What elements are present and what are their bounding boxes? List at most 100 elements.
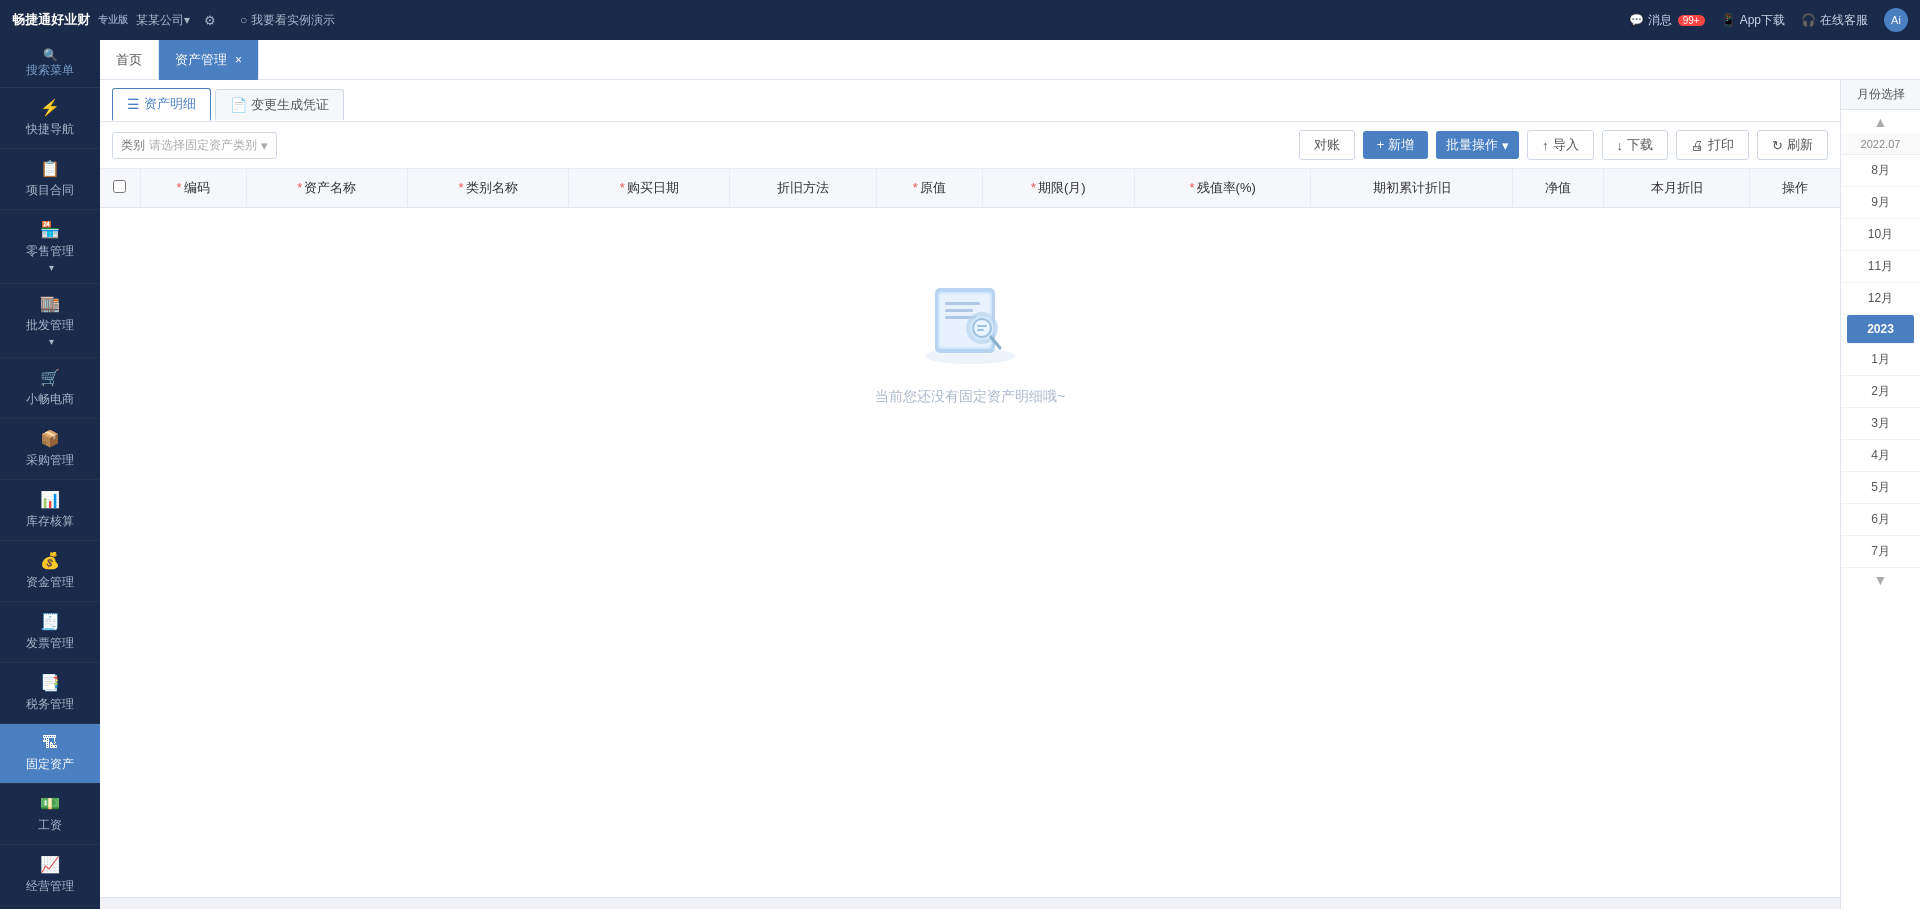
- sidebar-search[interactable]: 🔍 搜索菜单: [0, 40, 100, 88]
- download-button[interactable]: ↓ 下载: [1602, 130, 1669, 160]
- customer-service-button[interactable]: 🎧 在线客服: [1801, 12, 1868, 29]
- salary-icon: 💵: [40, 794, 60, 813]
- top-bar: 畅捷通好业财 专业版 某某公司 ▾ ⚙ ○ 我要看实例演示 💬 消息 99+ 📱…: [0, 0, 1920, 40]
- sidebar-item-tax[interactable]: 📑 税务管理: [0, 663, 100, 724]
- sidebar-item-retail[interactable]: 🏪 零售管理 ▾: [0, 210, 100, 284]
- purchase-icon: 📦: [40, 429, 60, 448]
- select-all-checkbox[interactable]: [113, 180, 126, 193]
- sidebar-item-salary[interactable]: 💵 工资: [0, 784, 100, 845]
- fixed-assets-label: 固定资产: [26, 756, 74, 773]
- page-content: ☰ 资产明细 📄 变更生成凭证 类别 请选择固定资产类别 ▾: [100, 80, 1920, 909]
- refresh-label: 刷新: [1787, 136, 1813, 154]
- reconcile-label: 对账: [1314, 136, 1340, 154]
- table-select-all-col: [100, 169, 140, 208]
- nav-up-icon: ▲: [1874, 114, 1888, 130]
- app-download-button[interactable]: 📱 App下载: [1721, 12, 1785, 29]
- inventory-label: 库存核算: [26, 513, 74, 530]
- print-button[interactable]: 🖨 打印: [1676, 130, 1749, 160]
- business-icon: 📈: [40, 855, 60, 874]
- import-button[interactable]: ↑ 导入: [1527, 130, 1594, 160]
- sidebar-item-funds[interactable]: 💰 资金管理: [0, 541, 100, 602]
- business-label: 经营管理: [26, 878, 74, 895]
- month-item-5[interactable]: 5月: [1841, 472, 1920, 504]
- sub-tab-change-voucher[interactable]: 📄 变更生成凭证: [215, 89, 344, 120]
- month-item-7[interactable]: 7月: [1841, 536, 1920, 568]
- month-panel-header: 月份选择: [1841, 80, 1920, 110]
- sidebar: 🔍 搜索菜单 ⚡ 快捷导航 📋 项目合同 🏪 零售管理 ▾ 🏬 批发管理 ▾ 🛒…: [0, 40, 100, 909]
- invoice-icon: 🧾: [40, 612, 60, 631]
- content-area: 首页 资产管理 × ☰ 资产明细 📄 变更生成凭证: [100, 40, 1920, 909]
- message-button[interactable]: 💬 消息 99+: [1629, 12, 1705, 29]
- sidebar-item-quick-nav[interactable]: ⚡ 快捷导航: [0, 88, 100, 149]
- col-category-name: *类别名称: [407, 169, 568, 208]
- sidebar-item-project-contract[interactable]: 📋 项目合同: [0, 149, 100, 210]
- add-button[interactable]: + 新增: [1363, 131, 1428, 159]
- tax-icon: 📑: [40, 673, 60, 692]
- demo-link[interactable]: ○ 我要看实例演示: [240, 12, 335, 29]
- dropdown-chevron-icon: ▾: [184, 13, 190, 27]
- nav-down-icon: ▼: [1874, 572, 1888, 588]
- sidebar-item-fixed-assets[interactable]: 🏗 固定资产: [0, 724, 100, 784]
- sidebar-item-inventory[interactable]: 📊 库存核算: [0, 480, 100, 541]
- empty-state: 当前您还没有固定资产明细哦~: [100, 208, 1840, 466]
- main-panel: ☰ 资产明细 📄 变更生成凭证 类别 请选择固定资产类别 ▾: [100, 80, 1840, 909]
- retail-label: 零售管理: [26, 243, 74, 260]
- empty-illustration: [910, 268, 1030, 368]
- message-icon: 💬: [1629, 13, 1644, 27]
- refresh-button[interactable]: ↻ 刷新: [1757, 130, 1828, 160]
- purchase-label: 采购管理: [26, 452, 74, 469]
- company-dropdown[interactable]: 某某公司 ▾: [136, 12, 190, 29]
- month-nav-up[interactable]: ▲: [1841, 110, 1920, 134]
- tab-bar: 首页 资产管理 ×: [100, 40, 1920, 80]
- asset-detail-icon: ☰: [127, 96, 140, 112]
- sidebar-item-wholesale[interactable]: 🏬 批发管理 ▾: [0, 284, 100, 358]
- month-item-3[interactable]: 3月: [1841, 408, 1920, 440]
- sidebar-item-business[interactable]: 📈 经营管理: [0, 845, 100, 906]
- col-monthly-dep: 本月折旧: [1603, 169, 1749, 208]
- month-item-4[interactable]: 4月: [1841, 440, 1920, 472]
- month-panel: 月份选择 ▲ 2022.07 8月 9月 10月 11月: [1840, 80, 1920, 909]
- col-period-months: *期限(月): [982, 169, 1134, 208]
- demo-link-text: 我要看实例演示: [251, 12, 335, 29]
- month-item-6[interactable]: 6月: [1841, 504, 1920, 536]
- reconcile-button[interactable]: 对账: [1299, 130, 1355, 160]
- month-nav-down[interactable]: ▼: [1841, 568, 1920, 592]
- app-subtitle: 专业版: [98, 13, 128, 27]
- retail-arrow-icon: ▾: [49, 262, 54, 273]
- year-display: 2022.07: [1841, 134, 1920, 155]
- avatar-text: Ai: [1891, 14, 1901, 26]
- toolbar-left: 类别 请选择固定资产类别 ▾: [112, 132, 1291, 159]
- month-item-2[interactable]: 2月: [1841, 376, 1920, 408]
- sidebar-item-invoice[interactable]: 🧾 发票管理: [0, 602, 100, 663]
- month-item-8[interactable]: 8月: [1841, 155, 1920, 187]
- month-item-9[interactable]: 9月: [1841, 187, 1920, 219]
- settings-icon[interactable]: ⚙: [204, 13, 216, 28]
- top-actions: 💬 消息 99+ 📱 App下载 🎧 在线客服 Ai: [1629, 8, 1908, 32]
- retail-icon: 🏪: [40, 220, 60, 239]
- import-icon: ↑: [1542, 138, 1549, 153]
- category-select[interactable]: 类别 请选择固定资产类别 ▾: [112, 132, 277, 159]
- tax-label: 税务管理: [26, 696, 74, 713]
- batch-ops-label: 批量操作: [1446, 136, 1498, 154]
- month-item-11[interactable]: 11月: [1841, 251, 1920, 283]
- print-icon: 🖨: [1691, 138, 1704, 153]
- month-item-1[interactable]: 1月: [1841, 344, 1920, 376]
- inventory-icon: 📊: [40, 490, 60, 509]
- tab-close-icon[interactable]: ×: [235, 53, 242, 67]
- sidebar-item-ecommerce[interactable]: 🛒 小畅电商: [0, 358, 100, 419]
- user-avatar[interactable]: Ai: [1884, 8, 1908, 32]
- tab-home[interactable]: 首页: [100, 40, 159, 80]
- scroll-area[interactable]: [100, 897, 1840, 909]
- col-accumulated-dep: 期初累计折旧: [1311, 169, 1512, 208]
- sub-tab-asset-detail[interactable]: ☰ 资产明细: [112, 88, 211, 121]
- app-download-label: App下载: [1740, 12, 1785, 29]
- customer-service-label: 在线客服: [1820, 12, 1868, 29]
- year-2023[interactable]: 2023: [1847, 315, 1914, 344]
- svg-rect-12: [977, 329, 984, 331]
- assets-table: *编码 *资产名称 *类别名称 *购买日期 折旧方法 *原值 *期限(月) *残…: [100, 169, 1840, 466]
- sidebar-item-purchase[interactable]: 📦 采购管理: [0, 419, 100, 480]
- batch-ops-button[interactable]: 批量操作 ▾: [1436, 131, 1519, 159]
- month-item-10[interactable]: 10月: [1841, 219, 1920, 251]
- tab-assets-management[interactable]: 资产管理 ×: [159, 40, 259, 80]
- month-item-12[interactable]: 12月: [1841, 283, 1920, 315]
